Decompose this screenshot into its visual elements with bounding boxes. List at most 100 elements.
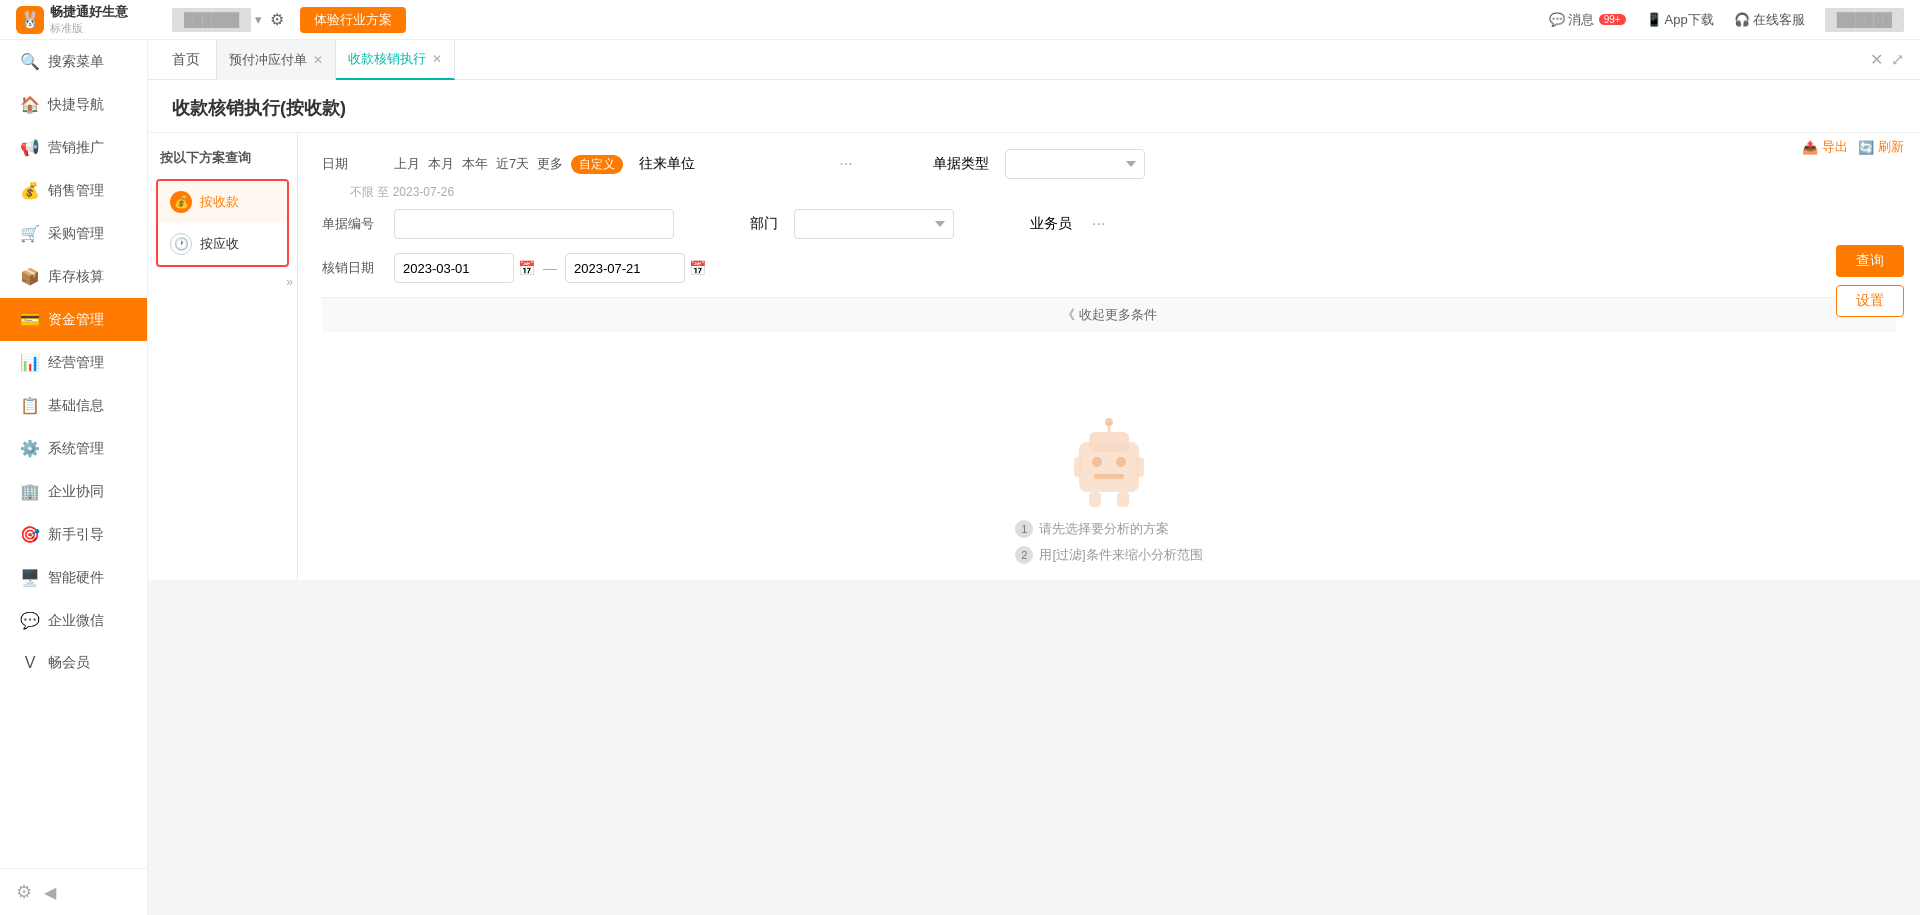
- filter-panel-title: 按以下方案查询: [148, 145, 297, 179]
- sidebar-item-purchase[interactable]: 🛒 采购管理: [0, 212, 147, 255]
- query-row-3: 核销日期 📅 — 📅: [322, 253, 1896, 283]
- tab-prepay[interactable]: 预付冲应付单 ✕: [217, 40, 336, 80]
- salesperson-label: 业务员: [1030, 215, 1072, 233]
- sidebar-item-inventory[interactable]: 📦 库存核算: [0, 255, 147, 298]
- home-icon: 🏠: [20, 95, 40, 114]
- sidebar-item-system[interactable]: ⚙️ 系统管理: [0, 427, 147, 470]
- enterprise-icon: 🏢: [20, 482, 40, 501]
- company-placeholder: ██████: [172, 8, 251, 32]
- verify-date-end-input: 📅: [565, 253, 706, 283]
- settings-button[interactable]: 设置: [1836, 285, 1904, 317]
- export-button[interactable]: 📤 导出: [1802, 138, 1848, 156]
- messages-btn[interactable]: 💬 消息 99+: [1549, 11, 1626, 29]
- gear-icon[interactable]: ⚙: [270, 10, 284, 29]
- logo-area: 🐰 畅捷通好生意 标准版: [16, 3, 164, 36]
- svg-rect-6: [1136, 457, 1144, 477]
- counterparty-dots-btn[interactable]: ···: [835, 155, 856, 173]
- sidebar-settings-icon[interactable]: ⚙: [16, 881, 32, 903]
- tab-close-icon[interactable]: ✕: [1870, 50, 1883, 69]
- date-unlimited: 不限 至 2023-07-26: [350, 183, 1896, 201]
- calendar-end-icon[interactable]: 📅: [689, 260, 706, 276]
- sidebar-item-enterprise[interactable]: 🏢 企业协同: [0, 470, 147, 513]
- empty-hint-1: 1 请先选择要分析的方案: [1015, 520, 1202, 538]
- user-name[interactable]: ██████: [1825, 8, 1904, 32]
- filter-by-receipt[interactable]: 💰 按收款: [158, 181, 287, 223]
- filter-options-border: 💰 按收款 🕐 按应收: [156, 179, 289, 267]
- chevron-down-icon: ▾: [255, 12, 262, 27]
- content-area: 按以下方案查询 💰 按收款 🕐 按应收 »: [148, 133, 1920, 580]
- sidebar-item-basic-info[interactable]: 📋 基础信息: [0, 384, 147, 427]
- sidebar-item-finance[interactable]: 💳 资金管理: [0, 298, 147, 341]
- app-download-btn[interactable]: 📱 App下载: [1646, 11, 1714, 29]
- svg-point-10: [1105, 418, 1113, 426]
- sidebar-item-hardware[interactable]: 🖥️ 智能硬件: [0, 556, 147, 599]
- sidebar-collapse-icon[interactable]: ◀: [44, 883, 56, 902]
- sidebar-item-member[interactable]: V 畅会员: [0, 642, 147, 684]
- filter-by-receivable[interactable]: 🕐 按应收: [158, 223, 287, 265]
- filter-panel-collapse[interactable]: »: [148, 267, 297, 297]
- sidebar-item-wechat[interactable]: 💬 企业微信: [0, 599, 147, 642]
- sidebar-item-operations[interactable]: 📊 经营管理: [0, 341, 147, 384]
- tab-expand-icon[interactable]: ⤢: [1891, 50, 1904, 69]
- page-title: 收款核销执行(按收款): [172, 96, 1896, 120]
- export-icon: 📤: [1802, 140, 1818, 155]
- query-button[interactable]: 查询: [1836, 245, 1904, 277]
- chevron-up-icon: 《: [1062, 306, 1075, 324]
- query-buttons: 查询 设置: [1836, 245, 1904, 317]
- svg-rect-5: [1074, 457, 1082, 477]
- sidebar-item-quick-nav[interactable]: 🏠 快捷导航: [0, 83, 147, 126]
- main-content: 首页 预付冲应付单 ✕ 收款核销执行 ✕ ✕ ⤢ 收款核销执行(按收款): [148, 40, 1920, 915]
- sidebar-item-marketing[interactable]: 📢 营销推广: [0, 126, 147, 169]
- doc-type-label: 单据类型: [933, 155, 989, 173]
- online-service-btn[interactable]: 🎧 在线客服: [1734, 11, 1805, 29]
- filter-panel: 按以下方案查询 💰 按收款 🕐 按应收 »: [148, 133, 298, 580]
- logo-icon: 🐰: [16, 6, 44, 34]
- solution-button[interactable]: 体验行业方案: [300, 7, 406, 33]
- ops-icon: 📊: [20, 353, 40, 372]
- top-bar-right: 💬 消息 99+ 📱 App下载 🎧 在线客服 ██████: [1549, 8, 1904, 32]
- date-custom[interactable]: 自定义: [571, 155, 623, 174]
- counterparty-label: 往来单位: [639, 155, 819, 173]
- svg-point-3: [1116, 457, 1126, 467]
- tab-prepay-close[interactable]: ✕: [313, 53, 323, 67]
- svg-rect-8: [1117, 492, 1129, 507]
- inventory-icon: 📦: [20, 267, 40, 286]
- tab-collect-close[interactable]: ✕: [432, 52, 442, 66]
- verify-date-label: 核销日期: [322, 259, 378, 277]
- query-row-2: 单据编号 部门 业务员 ···: [322, 209, 1896, 239]
- messages-badge: 99+: [1599, 14, 1626, 25]
- date-this-month[interactable]: 本月: [428, 155, 454, 173]
- doc-no-input[interactable]: [394, 209, 674, 239]
- sidebar-item-guide[interactable]: 🎯 新手引导: [0, 513, 147, 556]
- version-label: 标准版: [50, 21, 128, 36]
- collapse-more-conditions[interactable]: 《 收起更多条件: [322, 297, 1896, 332]
- company-selector[interactable]: ██████ ▾: [172, 8, 262, 32]
- verify-date-end-field[interactable]: [565, 253, 685, 283]
- verify-date-start-field[interactable]: [394, 253, 514, 283]
- sidebar: 🔍 搜索菜单 🏠 快捷导航 📢 营销推广 💰 销售管理 🛒 采购管理 📦 库存核…: [0, 40, 148, 915]
- date-this-year[interactable]: 本年: [462, 155, 488, 173]
- empty-state: 1 请先选择要分析的方案 2 用[过滤]条件来缩小分析范围: [322, 412, 1896, 564]
- dept-label: 部门: [750, 215, 778, 233]
- sidebar-item-sales[interactable]: 💰 销售管理: [0, 169, 147, 212]
- date-range-separator: —: [543, 260, 557, 276]
- receivable-option-icon: 🕐: [170, 233, 192, 255]
- date-more[interactable]: 更多: [537, 155, 563, 173]
- tab-home[interactable]: 首页: [156, 40, 217, 80]
- date-last-7days[interactable]: 近7天: [496, 155, 529, 173]
- date-last-month[interactable]: 上月: [394, 155, 420, 173]
- basic-info-icon: 📋: [20, 396, 40, 415]
- search-icon: 🔍: [20, 52, 40, 71]
- sidebar-item-search[interactable]: 🔍 搜索菜单: [0, 40, 147, 83]
- salesperson-dots-btn[interactable]: ···: [1088, 215, 1109, 233]
- finance-icon: 💳: [20, 310, 40, 329]
- dept-select[interactable]: [794, 209, 954, 239]
- refresh-icon: 🔄: [1858, 140, 1874, 155]
- tab-collect[interactable]: 收款核销执行 ✕: [336, 40, 455, 80]
- date-shortcuts: 上月 本月 本年 近7天 更多 自定义: [394, 155, 623, 174]
- refresh-button[interactable]: 🔄 刷新: [1858, 138, 1904, 156]
- calendar-start-icon[interactable]: 📅: [518, 260, 535, 276]
- system-icon: ⚙️: [20, 439, 40, 458]
- receipt-option-icon: 💰: [170, 191, 192, 213]
- doc-type-select[interactable]: [1005, 149, 1145, 179]
